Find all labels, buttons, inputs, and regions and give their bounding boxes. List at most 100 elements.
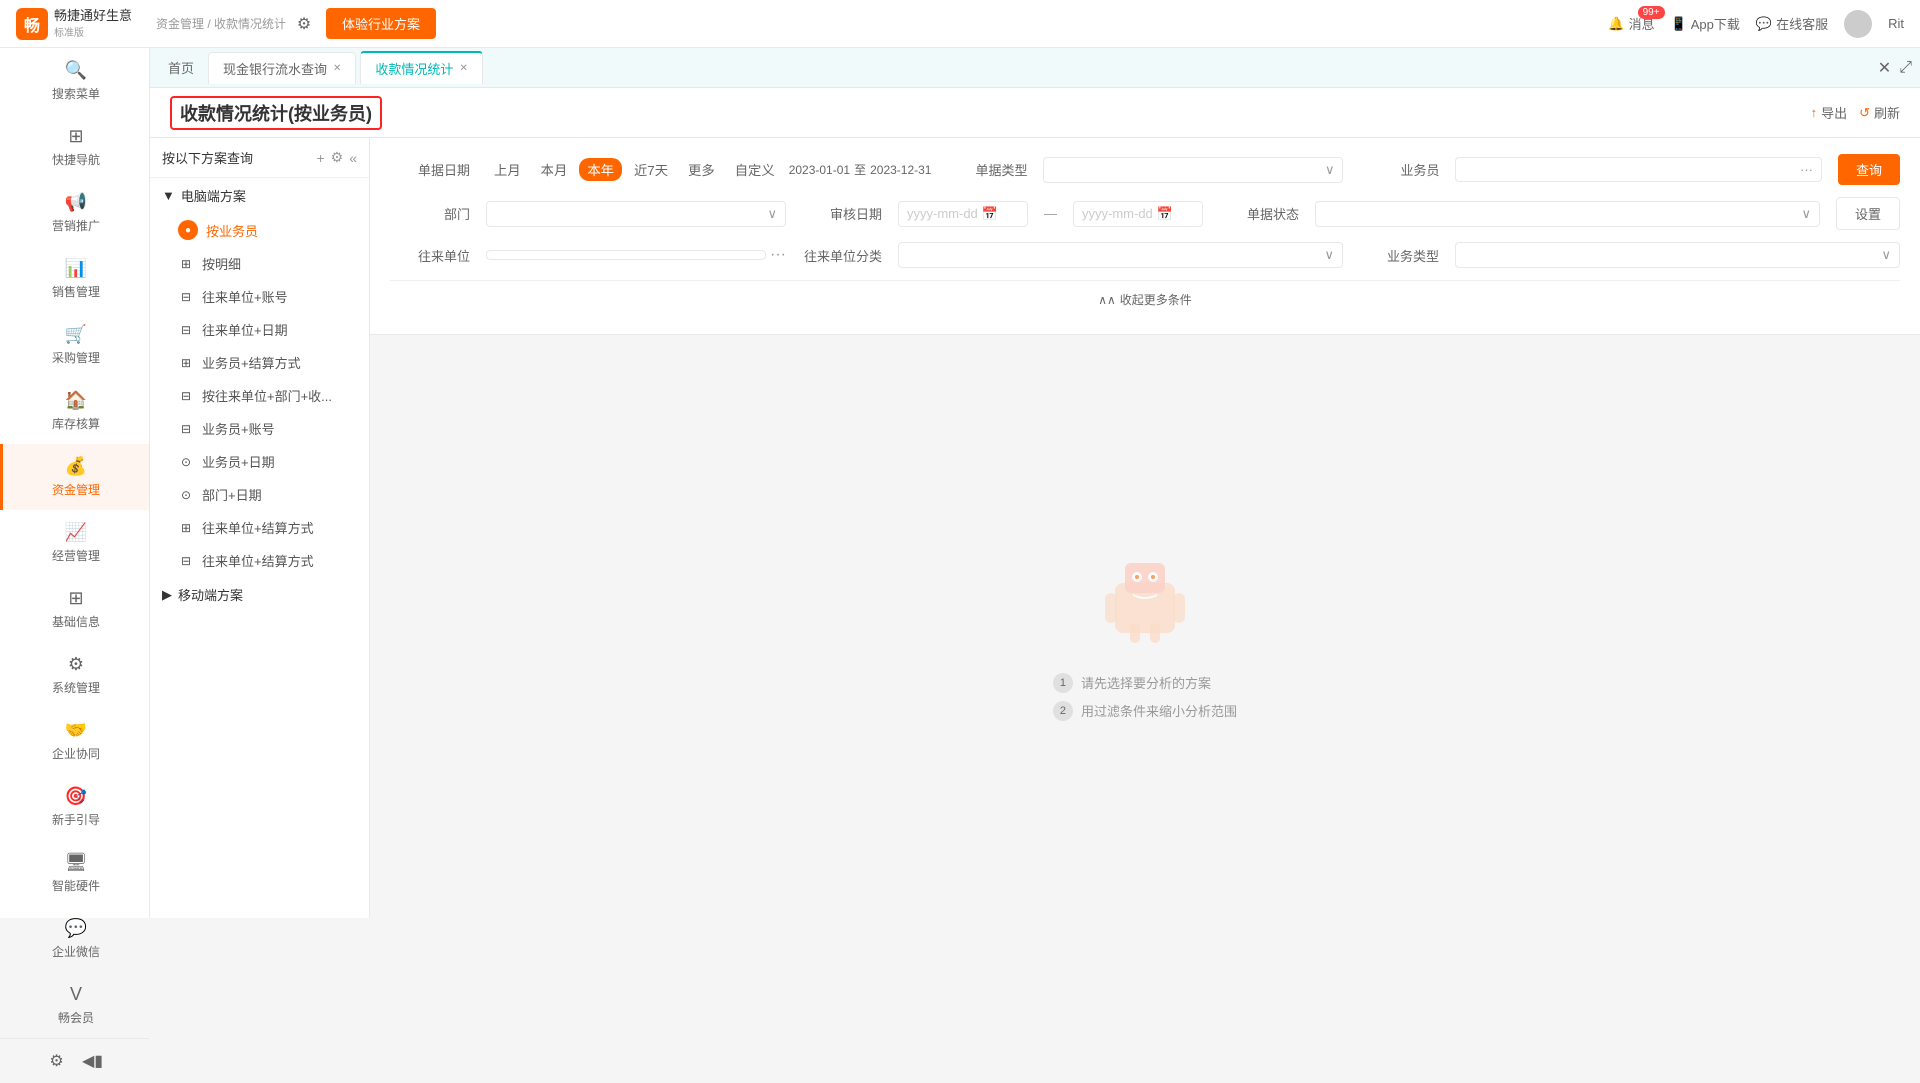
tab-close-all-btn[interactable]: ✕	[1878, 58, 1891, 78]
dept-select[interactable]: ∨	[486, 201, 786, 227]
wechat-icon: 💬	[65, 918, 87, 939]
settings-icon[interactable]: ⚙	[290, 10, 318, 38]
notification-area[interactable]: 🔔 消息 99+	[1608, 14, 1654, 33]
panel-item-by-salesman[interactable]: ● 按业务员	[150, 213, 369, 247]
date-tab-this-month[interactable]: 本月	[533, 158, 576, 181]
sidebar-item-quicknav[interactable]: ⊞ 快捷导航	[0, 114, 149, 180]
app-download-label: App下载	[1691, 14, 1740, 33]
sales-icon: 📊	[65, 258, 87, 279]
doc-type-select[interactable]: ∨	[1043, 157, 1343, 183]
panel-header: 按以下方案查询 + ⚙ «	[150, 138, 369, 178]
panel-item-salesman-settle[interactable]: ⊞ 业务员+结算方式	[150, 346, 369, 379]
panel-settings-btn[interactable]: ⚙	[331, 149, 344, 166]
panel-item-partner-dept-collect[interactable]: ⊟ 按往来单位+部门+收...	[150, 379, 369, 412]
sidebar-item-member[interactable]: V 畅会员	[0, 972, 149, 1038]
tab-home[interactable]: 首页	[158, 52, 204, 83]
sidebar-item-basic[interactable]: ⊞ 基础信息	[0, 576, 149, 642]
tab-receipt-close[interactable]: ✕	[459, 63, 467, 74]
breadcrumb: 资金管理 / 收款情况统计 ⚙	[156, 10, 318, 38]
panel-section-mobile[interactable]: ▶ 移动端方案	[150, 577, 369, 612]
doc-status-select[interactable]: ∨	[1315, 201, 1820, 227]
sidebar-item-finance[interactable]: 💰 资金管理	[0, 444, 149, 510]
date-tab-more[interactable]: 更多	[680, 158, 723, 181]
date-tab-7days[interactable]: 近7天	[626, 158, 676, 181]
collapse-up-icon: ∧∧	[1098, 293, 1116, 307]
salesman-control: ···	[1455, 157, 1822, 182]
panel-item-salesman-date[interactable]: ⊙ 业务员+日期	[150, 445, 369, 478]
sidebar-item-inventory-label: 库存核算	[52, 415, 100, 432]
biz-type-select[interactable]: ∨	[1455, 242, 1900, 268]
sidebar-collapse-btn[interactable]: ◀▮	[79, 1047, 107, 1075]
sidebar-item-hardware[interactable]: 🖥 智能硬件	[0, 840, 149, 906]
panel-item-salesman-account[interactable]: ⊟ 业务员+账号	[150, 412, 369, 445]
online-service-area[interactable]: 💬 在线客服	[1756, 14, 1828, 33]
panel-item-partner-settle1[interactable]: ⊞ 往来单位+结算方式	[150, 511, 369, 544]
salesman-select[interactable]: ···	[1455, 157, 1822, 182]
panel-item-partner-settle2[interactable]: ⊟ 往来单位+结算方式	[150, 544, 369, 577]
sidebar-item-inventory[interactable]: 🏠 库存核算	[0, 378, 149, 444]
settings-button[interactable]: 设置	[1836, 197, 1900, 230]
trial-button[interactable]: 体验行业方案	[326, 8, 436, 39]
panel-item-salesman-settle-label: 业务员+结算方式	[202, 353, 301, 372]
review-from-placeholder: yyyy-mm-dd	[907, 206, 978, 221]
partner-select[interactable]	[486, 250, 766, 260]
sidebar-item-sales[interactable]: 📊 销售管理	[0, 246, 149, 312]
review-date-to[interactable]: yyyy-mm-dd 📅	[1073, 201, 1203, 227]
sidebar-item-search-label: 搜索菜单	[52, 85, 100, 102]
tab-bar-actions: ✕ ⤢	[1878, 58, 1912, 78]
sidebar-item-marketing[interactable]: 📢 营销推广	[0, 180, 149, 246]
panel-item-dept-date[interactable]: ⊙ 部门+日期	[150, 478, 369, 511]
sidebar-settings-btn[interactable]: ⚙	[43, 1047, 71, 1075]
enterprise-icon: 🤝	[65, 720, 87, 741]
date-tab-last-month[interactable]: 上月	[486, 158, 529, 181]
salesman-settle-icon: ⊞	[178, 355, 194, 371]
sidebar-item-business[interactable]: 📈 经营管理	[0, 510, 149, 576]
sidebar-item-wechat[interactable]: 💬 企业微信	[0, 906, 149, 972]
collapse-bar[interactable]: ∧∧ 收起更多条件	[390, 280, 1900, 318]
partner-category-select[interactable]: ∨	[898, 242, 1343, 268]
tab-receipt-label: 收款情况统计	[375, 59, 453, 78]
filter-row-2: 部门 ∨ 审核日期 yyyy-mm-dd 📅 — yyyy-mm-dd	[390, 197, 1900, 230]
desktop-label: 电脑端方案	[181, 186, 246, 205]
sidebar-item-guide-label: 新手引导	[52, 811, 100, 828]
sidebar-item-purchase[interactable]: 🛒 采购管理	[0, 312, 149, 378]
salesman-caret: ···	[1800, 162, 1813, 177]
tab-maximize-btn[interactable]: ⤢	[1899, 58, 1912, 78]
app-name: 畅捷通好生意	[54, 8, 132, 24]
partner-dots[interactable]: ···	[770, 246, 786, 264]
review-date-from[interactable]: yyyy-mm-dd 📅	[898, 201, 1028, 227]
panel-header-actions: + ⚙ «	[316, 149, 357, 166]
collapse-label: 收起更多条件	[1120, 291, 1192, 308]
sidebar-item-system[interactable]: ⚙ 系统管理	[0, 642, 149, 708]
app-logo: 畅	[16, 8, 48, 40]
panel-add-btn[interactable]: +	[316, 150, 324, 166]
user-avatar[interactable]	[1844, 10, 1872, 38]
tab-bank[interactable]: 现金银行流水查询 ✕	[208, 52, 356, 84]
panel-item-by-detail[interactable]: ⊞ 按明细	[150, 247, 369, 280]
hardware-icon: 🖥	[65, 852, 88, 873]
body-split: 按以下方案查询 + ⚙ « ▼ 电脑端方案 ● 按业务员	[150, 138, 1920, 918]
panel-item-partner-account[interactable]: ⊟ 往来单位+账号	[150, 280, 369, 313]
sidebar-item-enterprise[interactable]: 🤝 企业协同	[0, 708, 149, 774]
salesman-date-icon: ⊙	[178, 454, 194, 470]
refresh-button[interactable]: ↺ 刷新	[1859, 103, 1900, 122]
export-button[interactable]: ↑ 导出	[1811, 103, 1848, 122]
tab-receipt[interactable]: 收款情况统计 ✕	[360, 51, 482, 84]
query-button[interactable]: 查询	[1838, 154, 1900, 185]
mobile-arrow: ▶	[162, 587, 172, 603]
sidebar-item-marketing-label: 营销推广	[52, 217, 100, 234]
tab-bank-label: 现金银行流水查询	[223, 59, 327, 78]
sidebar-item-guide[interactable]: 🎯 新手引导	[0, 774, 149, 840]
date-tabs: 上月 本月 本年 近7天 更多 自定义	[486, 158, 783, 181]
panel-item-partner-date[interactable]: ⊟ 往来单位+日期	[150, 313, 369, 346]
partner-label: 往来单位	[390, 246, 470, 265]
calendar-icon: 📅	[982, 206, 998, 222]
app-download-area[interactable]: 📱 App下载	[1671, 14, 1740, 33]
tab-bank-close[interactable]: ✕	[333, 63, 341, 74]
date-tab-this-year[interactable]: 本年	[579, 158, 622, 181]
step-2-num: 2	[1053, 701, 1073, 721]
panel-section-desktop[interactable]: ▼ 电脑端方案	[150, 178, 369, 213]
sidebar-item-search[interactable]: 🔍 搜索菜单	[0, 48, 149, 114]
date-tab-custom[interactable]: 自定义	[727, 158, 783, 181]
panel-collapse-btn[interactable]: «	[349, 150, 357, 166]
